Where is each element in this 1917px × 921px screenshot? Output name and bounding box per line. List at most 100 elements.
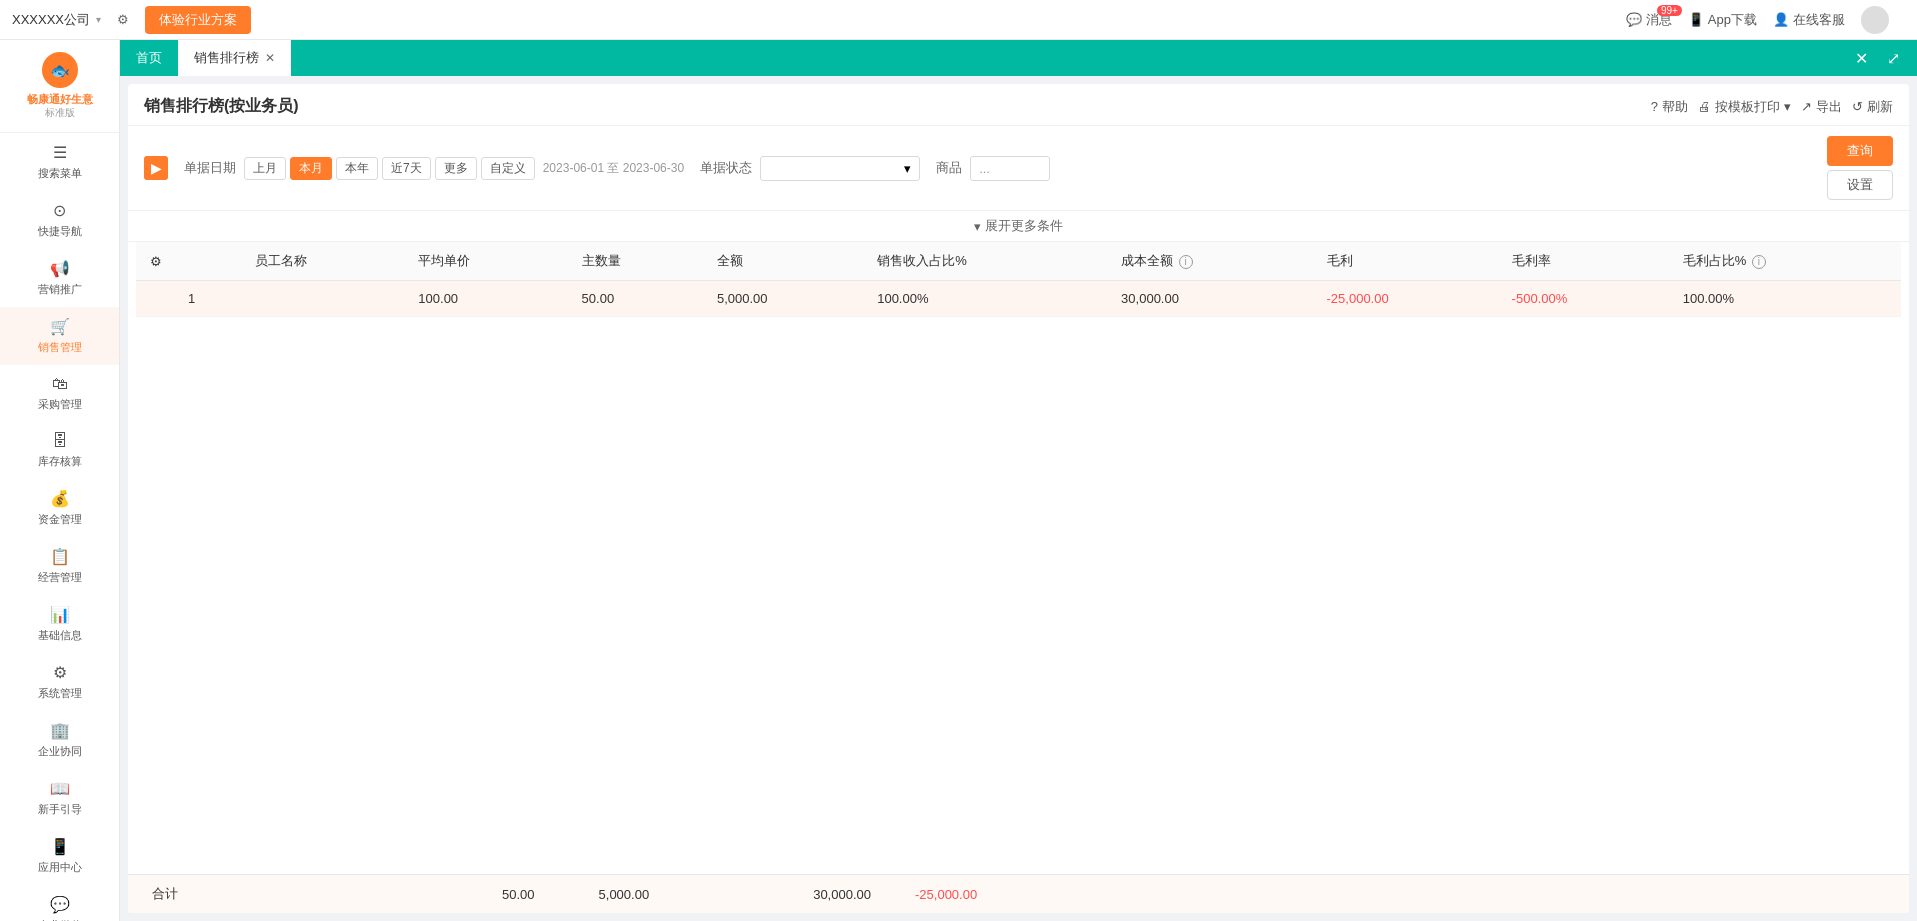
gross-pct-info-icon[interactable]: i bbox=[1752, 255, 1766, 269]
footer-label: 合计 bbox=[140, 885, 190, 903]
message-btn[interactable]: 💬 消息 99+ bbox=[1626, 11, 1672, 29]
sidebar-item-enterprise[interactable]: 🏢 企业协同 bbox=[0, 711, 119, 769]
sidebar-label-inventory: 库存核算 bbox=[38, 454, 82, 469]
sidebar-item-guide[interactable]: 📖 新手引导 bbox=[0, 769, 119, 827]
date-more[interactable]: 更多 bbox=[435, 157, 477, 180]
marketing-icon: 📢 bbox=[50, 259, 70, 278]
row-gross: -25,000.00 bbox=[1315, 281, 1500, 317]
home-icon: ⊙ bbox=[53, 201, 66, 220]
footer-cost: 30,000.00 bbox=[801, 887, 883, 902]
page-header-actions: ? 帮助 🖨 按模板打印 ▾ ↗ 导出 ↺ bbox=[1651, 98, 1893, 116]
export-button[interactable]: ↗ 导出 bbox=[1801, 98, 1842, 116]
tab-home[interactable]: 首页 bbox=[120, 40, 178, 76]
page-header: 销售排行榜(按业务员) ? 帮助 🖨 按模板打印 ▾ ↗ bbox=[128, 84, 1909, 126]
tab-sales-rank-label: 销售排行榜 bbox=[194, 49, 259, 67]
date-last7days[interactable]: 近7天 bbox=[382, 157, 431, 180]
online-service-label: 在线客服 bbox=[1793, 11, 1845, 29]
th-gross-rate: 毛利率 bbox=[1500, 242, 1671, 281]
table-header: ⚙ 员工名称 平均单价 主数量 全额 销售收入占比% 成本全额 i bbox=[136, 242, 1901, 281]
status-label: 单据状态 bbox=[700, 159, 752, 177]
logo-area: 🐟 畅康通好生意 标准版 bbox=[0, 40, 119, 133]
expand-row[interactable]: ▾ 展开更多条件 bbox=[128, 211, 1909, 242]
date-this-year[interactable]: 本年 bbox=[336, 157, 378, 180]
app-download-label: App下载 bbox=[1708, 11, 1757, 29]
table-row: 1 100.00 50.00 5,000.00 100.00% 30,000.0… bbox=[136, 281, 1901, 317]
top-header: XXXXXX公司 ▾ ⚙ 体验行业方案 💬 消息 99+ 📱 App下载 👤 在… bbox=[0, 0, 1917, 40]
row-amount: 5,000.00 bbox=[705, 281, 865, 317]
app-download-btn[interactable]: 📱 App下载 bbox=[1688, 11, 1757, 29]
sales-icon: 🛒 bbox=[50, 317, 70, 336]
sidebar-item-app-center[interactable]: 📱 应用中心 bbox=[0, 827, 119, 885]
sidebar-item-operations[interactable]: 📋 经营管理 bbox=[0, 537, 119, 595]
content-area: 首页 销售排行榜 ✕ ✕ ⤢ 销售排行榜(按业务员) ? bbox=[120, 40, 1917, 921]
sidebar-item-marketing[interactable]: 📢 营销推广 bbox=[0, 249, 119, 307]
message-badge: 99+ bbox=[1657, 5, 1682, 16]
cost-info-icon[interactable]: i bbox=[1179, 255, 1193, 269]
export-icon: ↗ bbox=[1801, 99, 1812, 114]
sidebar-label-operations: 经营管理 bbox=[38, 570, 82, 585]
wechat-icon: 💬 bbox=[50, 895, 70, 914]
help-icon: ? bbox=[1651, 99, 1658, 114]
tab-close-window-icon[interactable]: ✕ bbox=[1849, 46, 1873, 70]
date-this-month[interactable]: 本月 bbox=[290, 157, 332, 180]
sidebar-item-basics[interactable]: 📊 基础信息 bbox=[0, 595, 119, 653]
service-icon: 👤 bbox=[1773, 12, 1789, 27]
th-gross: 毛利 bbox=[1315, 242, 1500, 281]
refresh-label: 刷新 bbox=[1867, 98, 1893, 116]
sidebar-label-finance: 资金管理 bbox=[38, 512, 82, 527]
setting-button[interactable]: 设置 bbox=[1827, 170, 1893, 200]
company-selector[interactable]: XXXXXX公司 ▾ bbox=[12, 11, 101, 29]
logo-icon: 🐟 bbox=[42, 52, 78, 88]
status-select[interactable]: ▾ bbox=[760, 156, 920, 181]
settings-icon-btn[interactable]: ⚙ bbox=[109, 6, 137, 34]
sidebar-label-search: 搜索菜单 bbox=[38, 166, 82, 181]
row-settings bbox=[136, 281, 176, 317]
logo-sub: 标准版 bbox=[45, 106, 75, 120]
help-label: 帮助 bbox=[1662, 98, 1688, 116]
online-service-btn[interactable]: 👤 在线客服 bbox=[1773, 11, 1845, 29]
goods-filter-group: 商品 ... bbox=[936, 156, 1050, 181]
sidebar-item-purchase[interactable]: 🛍 采购管理 bbox=[0, 365, 119, 422]
export-label: 导出 bbox=[1816, 98, 1842, 116]
sidebar-label-quick: 快捷导航 bbox=[38, 224, 82, 239]
avatar[interactable] bbox=[1861, 6, 1889, 34]
tab-restore-icon[interactable]: ⤢ bbox=[1881, 46, 1905, 70]
sidebar-label-enterprise: 企业协同 bbox=[38, 744, 82, 759]
expand-label: 展开更多条件 bbox=[985, 217, 1063, 235]
sidebar-label-marketing: 营销推广 bbox=[38, 282, 82, 297]
company-name: XXXXXX公司 bbox=[12, 11, 90, 29]
goods-select[interactable]: ... bbox=[970, 156, 1050, 181]
trial-button[interactable]: 体验行业方案 bbox=[145, 6, 251, 34]
th-name: 员工名称 bbox=[243, 242, 406, 281]
footer-amount: 5,000.00 bbox=[587, 887, 662, 902]
sidebar-item-quick-nav[interactable]: ⊙ 快捷导航 bbox=[0, 191, 119, 249]
th-settings[interactable]: ⚙ bbox=[136, 242, 176, 281]
basics-icon: 📊 bbox=[50, 605, 70, 624]
query-button[interactable]: 查询 bbox=[1827, 136, 1893, 166]
sidebar-item-inventory[interactable]: 🗄 库存核算 bbox=[0, 422, 119, 479]
refresh-button[interactable]: ↺ 刷新 bbox=[1852, 98, 1893, 116]
date-filter-group: 单据日期 上月 本月 本年 近7天 更多 自定义 2023-06-01 至 20… bbox=[184, 157, 684, 180]
th-amount: 全额 bbox=[705, 242, 865, 281]
date-prev-month[interactable]: 上月 bbox=[244, 157, 286, 180]
sidebar-item-sales[interactable]: 🛒 销售管理 bbox=[0, 307, 119, 365]
date-custom[interactable]: 自定义 bbox=[481, 157, 535, 180]
tab-close-icon[interactable]: ✕ bbox=[265, 51, 275, 65]
print-chevron-icon: ▾ bbox=[1784, 99, 1791, 114]
help-button[interactable]: ? 帮助 bbox=[1651, 98, 1688, 116]
sidebar-label-basics: 基础信息 bbox=[38, 628, 82, 643]
sidebar-item-finance[interactable]: 💰 资金管理 bbox=[0, 479, 119, 537]
row-gross-rate: -500.00% bbox=[1500, 281, 1671, 317]
sidebar-item-system[interactable]: ⚙ 系统管理 bbox=[0, 653, 119, 711]
status-chevron-icon: ▾ bbox=[904, 161, 911, 176]
tab-actions: ✕ ⤢ bbox=[1837, 46, 1917, 70]
filter-toggle-arrow[interactable]: ▶ bbox=[144, 156, 168, 180]
print-template-button[interactable]: 🖨 按模板打印 ▾ bbox=[1698, 98, 1791, 116]
purchase-icon: 🛍 bbox=[52, 375, 68, 393]
tab-sales-rank[interactable]: 销售排行榜 ✕ bbox=[178, 40, 291, 76]
sidebar-item-wechat[interactable]: 💬 企业微信 bbox=[0, 885, 119, 921]
row-name bbox=[243, 281, 406, 317]
app-icon: 📱 bbox=[1688, 12, 1704, 27]
sidebar-item-search-order[interactable]: ☰ 搜索菜单 bbox=[0, 133, 119, 191]
main-layout: 🐟 畅康通好生意 标准版 ☰ 搜索菜单 ⊙ 快捷导航 📢 营销推广 🛒 销售管理… bbox=[0, 40, 1917, 921]
